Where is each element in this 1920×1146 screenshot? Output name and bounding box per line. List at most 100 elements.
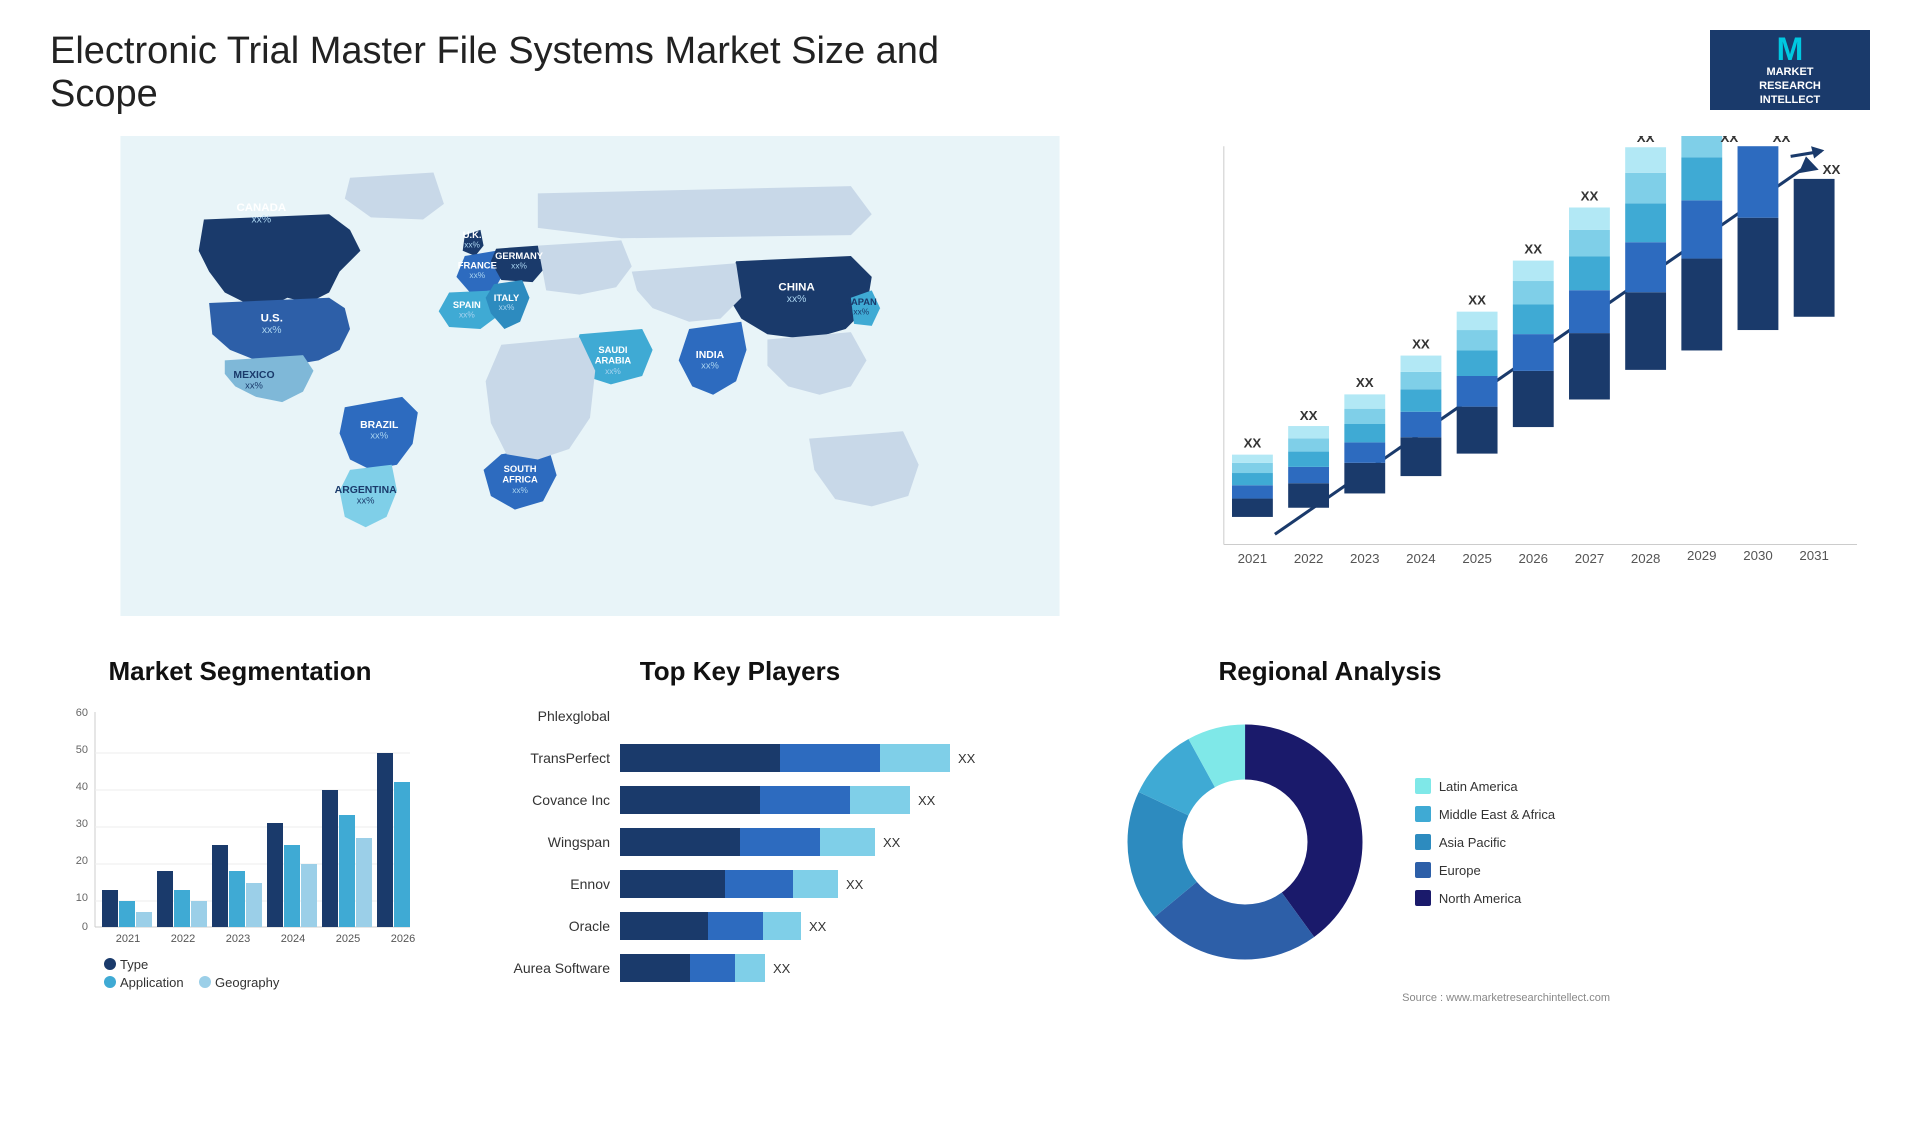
regional-section: Regional Analysis [1050, 656, 1610, 1086]
svg-text:xx%: xx% [370, 430, 388, 441]
legend-item-europe: Europe [1415, 862, 1555, 878]
svg-text:10: 10 [76, 892, 88, 904]
top-section: CANADA xx% U.S. xx% MEXICO xx% BRAZIL xx… [50, 136, 1870, 616]
svg-text:U.S.: U.S. [261, 313, 283, 325]
player-xx: XX [809, 919, 826, 934]
svg-text:2029: 2029 [1687, 548, 1717, 563]
svg-text:ARABIA: ARABIA [595, 354, 632, 365]
legend-item-north-america: North America [1415, 890, 1555, 906]
svg-text:xx%: xx% [251, 215, 271, 226]
svg-text:U.K.: U.K. [463, 229, 482, 240]
svg-text:xx%: xx% [262, 325, 282, 336]
donut-chart-svg [1105, 702, 1385, 982]
svg-text:SPAIN: SPAIN [453, 299, 481, 310]
map-section: CANADA xx% U.S. xx% MEXICO xx% BRAZIL xx… [50, 136, 1130, 616]
player-bar-stack [620, 870, 838, 898]
svg-text:XX: XX [1581, 188, 1599, 203]
svg-text:XX: XX [1823, 162, 1841, 177]
svg-text:XX: XX [1773, 136, 1791, 145]
player-bar-stack [620, 954, 765, 982]
svg-text:30: 30 [76, 818, 88, 830]
bar-seg [880, 744, 950, 772]
player-xx: XX [773, 961, 790, 976]
svg-text:2022: 2022 [1294, 551, 1324, 566]
page-title: Electronic Trial Master File Systems Mar… [50, 30, 950, 116]
svg-text:Application: Application [120, 975, 184, 990]
svg-text:2024: 2024 [281, 933, 305, 945]
page-container: Electronic Trial Master File Systems Mar… [0, 0, 1920, 1146]
player-name: Oracle [460, 918, 610, 934]
svg-text:2022: 2022 [171, 933, 195, 945]
bar-seg [780, 744, 880, 772]
svg-text:XX: XX [1356, 375, 1374, 390]
bar-seg [620, 828, 740, 856]
svg-text:xx%: xx% [511, 261, 527, 271]
player-xx: XX [846, 877, 863, 892]
bar-seg [763, 912, 801, 940]
legend-color [1415, 806, 1431, 822]
bar-seg [735, 954, 765, 982]
svg-text:2025: 2025 [336, 933, 360, 945]
segmentation-chart-svg: 60 50 40 30 20 10 0 2021 [50, 702, 430, 992]
svg-text:2030: 2030 [1743, 548, 1773, 563]
legend-label: Latin America [1439, 779, 1518, 794]
svg-text:2024: 2024 [1406, 551, 1436, 566]
segmentation-section: Market Segmentation 60 50 40 30 20 10 0 [50, 656, 430, 1086]
player-bar-container [620, 702, 1020, 730]
svg-text:2027: 2027 [1575, 551, 1605, 566]
svg-text:50: 50 [76, 744, 88, 756]
svg-text:2021: 2021 [1238, 551, 1268, 566]
bar-seg [725, 870, 793, 898]
legend-item-middle-east: Middle East & Africa [1415, 806, 1555, 822]
player-name: Wingspan [460, 834, 610, 850]
donut-container: Latin America Middle East & Africa Asia … [1050, 702, 1610, 982]
svg-text:AFRICA: AFRICA [502, 473, 538, 484]
bar-seg [708, 912, 763, 940]
player-bar-container: XX [620, 786, 1020, 814]
svg-text:xx%: xx% [459, 310, 475, 320]
bar-seg [620, 744, 780, 772]
bar-seg [793, 870, 838, 898]
player-bar-container: XX [620, 870, 1020, 898]
bar-seg [850, 786, 910, 814]
svg-text:xx%: xx% [464, 240, 480, 250]
logo-m-icon: M [1777, 33, 1804, 65]
legend-color [1415, 862, 1431, 878]
legend-color [1415, 890, 1431, 906]
svg-text:xx%: xx% [853, 306, 869, 316]
svg-text:40: 40 [76, 781, 88, 793]
svg-text:SAUDI: SAUDI [598, 344, 627, 355]
players-list: Phlexglobal TransPerfect XX [460, 702, 1020, 982]
logo-text: MARKET RESEARCH INTELLECT [1759, 65, 1821, 108]
donut-legend: Latin America Middle East & Africa Asia … [1415, 778, 1555, 906]
player-name: Aurea Software [460, 960, 610, 976]
svg-text:2023: 2023 [1350, 551, 1380, 566]
svg-text:GERMANY: GERMANY [495, 250, 544, 261]
player-bar-stack [620, 786, 910, 814]
svg-text:ITALY: ITALY [494, 292, 520, 303]
bar-seg [620, 870, 725, 898]
bar-seg [620, 786, 760, 814]
player-row: Phlexglobal [460, 702, 1020, 730]
segmentation-title: Market Segmentation [50, 656, 430, 687]
header: Electronic Trial Master File Systems Mar… [50, 30, 1870, 116]
player-row: Ennov XX [460, 870, 1020, 898]
bar-seg [760, 786, 850, 814]
svg-text:XX: XX [1412, 336, 1430, 351]
bar-seg [740, 828, 820, 856]
svg-text:JAPAN: JAPAN [846, 296, 877, 307]
player-name: Ennov [460, 876, 610, 892]
bar-chart-svg: XX 2021 XX 2022 XX 2023 [1170, 136, 1870, 616]
svg-text:xx%: xx% [469, 270, 485, 280]
svg-text:XX: XX [1244, 435, 1262, 450]
svg-text:xx%: xx% [357, 494, 375, 505]
bar-seg [690, 954, 735, 982]
logo-container: M MARKET RESEARCH INTELLECT [1710, 30, 1870, 110]
svg-text:XX: XX [1468, 293, 1486, 308]
player-name: TransPerfect [460, 750, 610, 766]
svg-text:2031: 2031 [1799, 548, 1829, 563]
player-xx: XX [918, 793, 935, 808]
player-xx: XX [883, 835, 900, 850]
svg-text:FRANCE: FRANCE [458, 260, 497, 271]
player-bar-stack [620, 744, 950, 772]
